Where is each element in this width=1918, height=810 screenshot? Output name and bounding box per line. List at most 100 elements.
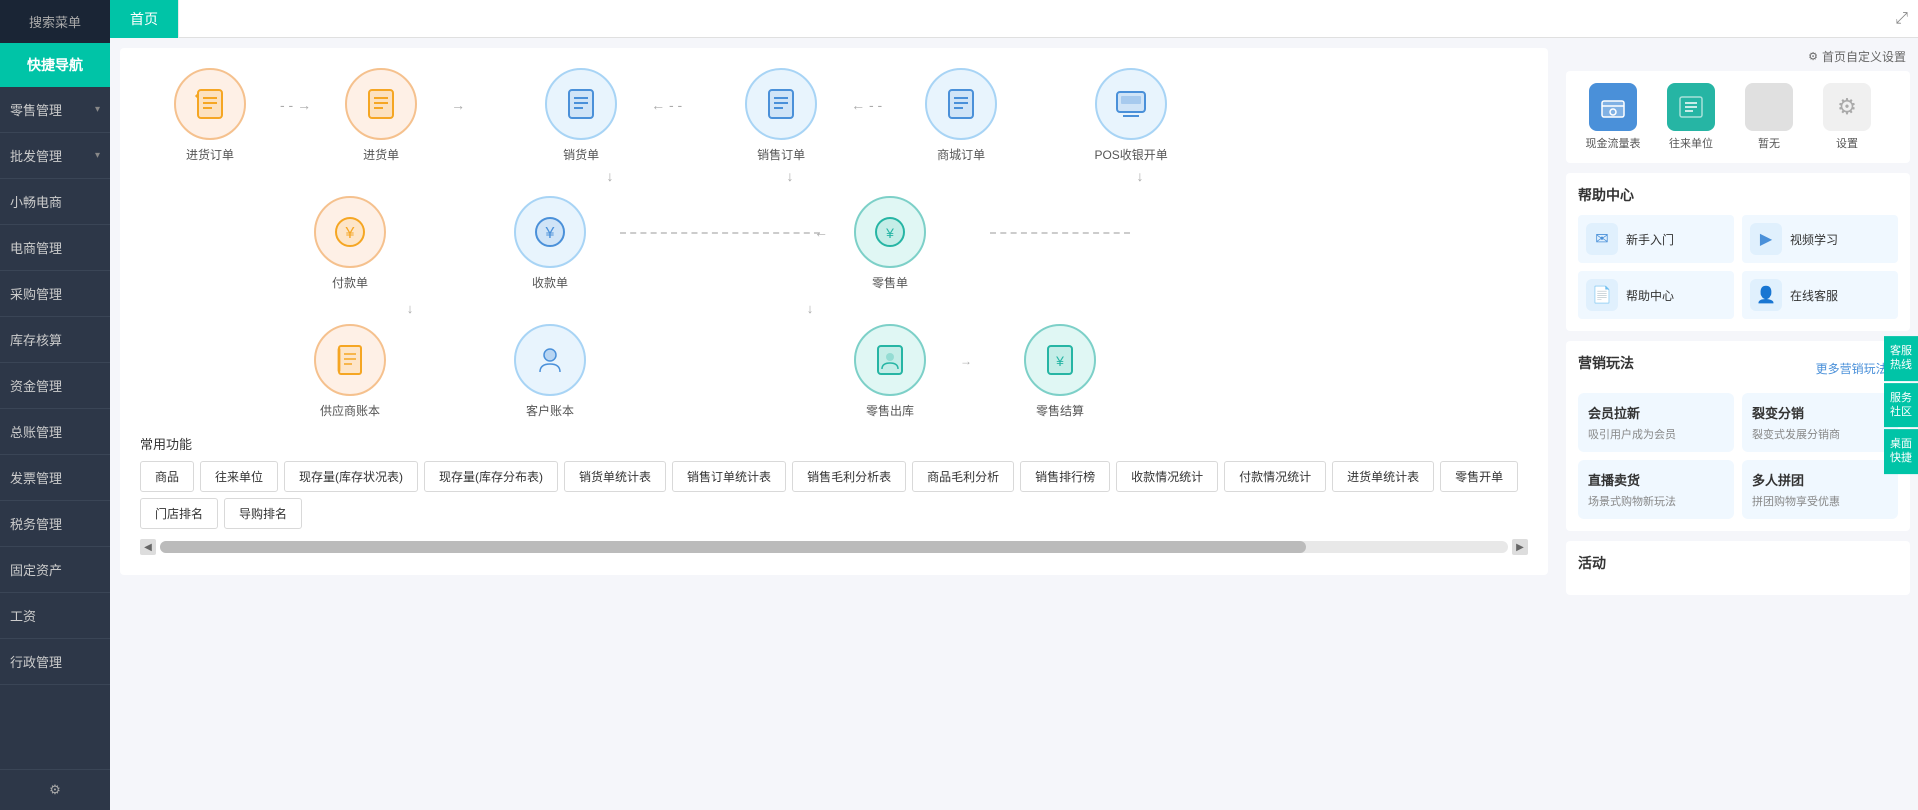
sidebar-item-ecommerce-small[interactable]: 小畅电商 xyxy=(0,179,110,225)
flow-node-pos[interactable]: POS收银开单 xyxy=(1061,68,1201,163)
purchase-order-icon xyxy=(174,68,246,140)
chevron-down-icon: ▾ xyxy=(95,150,100,161)
flow-row-5: 供应商账本 客户账本 xyxy=(140,324,1528,419)
flow-node-supplier-book[interactable]: 供应商账本 xyxy=(280,324,420,419)
func-btn-inventory-status[interactable]: 现存量(库存状况表) xyxy=(284,461,418,492)
func-btn-goods[interactable]: 商品 xyxy=(140,461,194,492)
func-btn-sales-stat[interactable]: 销货单统计表 xyxy=(564,461,666,492)
sidebar-settings[interactable]: ⚙ xyxy=(0,769,110,810)
flow-node-sales[interactable]: 销货单 xyxy=(511,68,651,163)
sales-icon xyxy=(545,68,617,140)
marketing-item-member[interactable]: 会员拉新 吸引用户成为会员 xyxy=(1578,393,1734,452)
help-grid: ✉ 新手入门 ▶ 视频学习 📄 帮助中心 👤 xyxy=(1578,215,1898,319)
help-item-label: 视频学习 xyxy=(1790,231,1838,248)
help-item-beginner[interactable]: ✉ 新手入门 xyxy=(1578,215,1734,263)
func-btn-purchase-stat[interactable]: 进货单统计表 xyxy=(1332,461,1434,492)
scroll-left-arrow[interactable]: ◀ xyxy=(140,539,156,555)
marketing-item-desc: 场景式购物新玩法 xyxy=(1588,493,1724,509)
sidebar-item-admin[interactable]: 行政管理 xyxy=(0,639,110,685)
sidebar-item-ecommerce[interactable]: 电商管理 xyxy=(0,225,110,271)
help-item-service[interactable]: 👤 在线客服 xyxy=(1742,271,1898,319)
none-label: 暂无 xyxy=(1758,135,1780,151)
func-btn-retail-order[interactable]: 零售开单 xyxy=(1440,461,1518,492)
sidebar-item-salary[interactable]: 工资 xyxy=(0,593,110,639)
quick-icon-cashflow[interactable]: 现金流量表 xyxy=(1578,83,1648,151)
svg-text:¥: ¥ xyxy=(885,225,894,241)
func-btn-receipt-stat[interactable]: 收款情况统计 xyxy=(1116,461,1218,492)
help-item-help[interactable]: 📄 帮助中心 xyxy=(1578,271,1734,319)
func-btn-goods-profit[interactable]: 商品毛利分析 xyxy=(912,461,1014,492)
marketing-item-live[interactable]: 直播卖货 场景式购物新玩法 xyxy=(1578,460,1734,519)
main-area: 首页 ⤢ 进货订 xyxy=(110,0,1918,810)
marketing-item-title: 直播卖货 xyxy=(1588,470,1724,489)
flow-node-purchase-order[interactable]: 进货订单 xyxy=(140,68,280,163)
doc-icon: 📄 xyxy=(1586,279,1618,311)
sidebar-item-retail[interactable]: 零售管理 ▾ xyxy=(0,87,110,133)
scrollbar-track[interactable] xyxy=(160,541,1508,553)
svg-text:¥: ¥ xyxy=(1055,353,1064,369)
quick-icon-partners[interactable]: 往来单位 xyxy=(1656,83,1726,151)
customize-label[interactable]: 首页自定义设置 xyxy=(1822,48,1906,65)
marketing-section: 营销玩法 更多营销玩法 > 会员拉新 吸引用户成为会员 裂变分销 裂变式发展分销… xyxy=(1566,341,1910,531)
flow-node-label: 供应商账本 xyxy=(320,402,380,419)
flow-node-receipt[interactable]: ¥ 收款单 xyxy=(480,196,620,291)
partners-label: 往来单位 xyxy=(1669,135,1713,151)
func-btn-guide-rank[interactable]: 导购排名 xyxy=(224,498,302,529)
flow-row-4-arrows: ↓ ↓ xyxy=(140,301,1528,316)
flow-node-label: 商城订单 xyxy=(937,146,985,163)
marketing-grid: 会员拉新 吸引用户成为会员 裂变分销 裂变式发展分销商 直播卖货 场景式购物新玩… xyxy=(1578,393,1898,519)
sidebar-item-wholesale[interactable]: 批发管理 ▾ xyxy=(0,133,110,179)
func-btn-store-rank[interactable]: 门店排名 xyxy=(140,498,218,529)
help-item-video[interactable]: ▶ 视频学习 xyxy=(1742,215,1898,263)
float-btn-community[interactable]: 服务社区 xyxy=(1884,383,1918,428)
sidebar-item-inventory[interactable]: 库存核算 xyxy=(0,317,110,363)
flow-node-label: 零售结算 xyxy=(1036,402,1084,419)
tab-home[interactable]: 首页 xyxy=(110,0,179,38)
sidebar-item-tax[interactable]: 税务管理 xyxy=(0,501,110,547)
flow-node-label: 付款单 xyxy=(332,274,368,291)
func-btn-sales-order-stat[interactable]: 销售订单统计表 xyxy=(672,461,786,492)
sidebar-item-purchase[interactable]: 采购管理 xyxy=(0,271,110,317)
flow-node-label: 销售订单 xyxy=(757,146,805,163)
help-section: 帮助中心 ✉ 新手入门 ▶ 视频学习 📄 帮助中心 xyxy=(1566,173,1910,331)
sidebar-item-invoice[interactable]: 发票管理 xyxy=(0,455,110,501)
svg-text:¥: ¥ xyxy=(345,225,355,242)
func-btn-sales-rank[interactable]: 销售排行榜 xyxy=(1020,461,1110,492)
flow-node-retail-settle[interactable]: ¥ 零售结算 xyxy=(990,324,1130,419)
func-btn-sales-profit[interactable]: 销售毛利分析表 xyxy=(792,461,906,492)
flow-node-mall[interactable]: 商城订单 xyxy=(891,68,1031,163)
flow-node-sales-order[interactable]: 销售订单 xyxy=(711,68,851,163)
receipt-icon: ¥ xyxy=(514,196,586,268)
marketing-item-fission[interactable]: 裂变分销 裂变式发展分销商 xyxy=(1742,393,1898,452)
quick-icon-none[interactable]: 暂无 xyxy=(1734,83,1804,151)
float-btn-service[interactable]: 客服热线 xyxy=(1884,336,1918,381)
retail-settle-icon: ¥ xyxy=(1024,324,1096,396)
flow-node-customer-book[interactable]: 客户账本 xyxy=(480,324,620,419)
supplier-book-icon xyxy=(314,324,386,396)
flow-node-retail[interactable]: ¥ 零售单 xyxy=(820,196,960,291)
sidebar-item-ledger[interactable]: 总账管理 xyxy=(0,409,110,455)
help-item-label: 帮助中心 xyxy=(1626,287,1674,304)
func-btn-partners[interactable]: 往来单位 xyxy=(200,461,278,492)
flow-node-label: 客户账本 xyxy=(526,402,574,419)
pos-icon xyxy=(1095,68,1167,140)
float-btn-desktop[interactable]: 桌面快捷 xyxy=(1884,429,1918,474)
func-btn-inventory-dist[interactable]: 现存量(库存分布表) xyxy=(424,461,558,492)
sidebar-search[interactable]: 搜索菜单 xyxy=(0,0,110,43)
scroll-right-arrow[interactable]: ▶ xyxy=(1512,539,1528,555)
flow-node-payment[interactable]: ¥ 付款单 xyxy=(280,196,420,291)
common-functions: 常用功能 商品 往来单位 现存量(库存状况表) 现存量(库存分布表) 销货单统计… xyxy=(140,434,1528,529)
content-area: 进货订单 - - → 进货单 → xyxy=(110,38,1918,810)
expand-icon[interactable]: ⤢ xyxy=(1895,10,1908,28)
func-btn-payment-stat[interactable]: 付款情况统计 xyxy=(1224,461,1326,492)
flow-node-purchase[interactable]: 进货单 xyxy=(311,68,451,163)
sidebar-item-finance[interactable]: 资金管理 xyxy=(0,363,110,409)
marketing-item-group[interactable]: 多人拼团 拼团购物享受优惠 xyxy=(1742,460,1898,519)
arrow-right-1: - - → xyxy=(280,97,311,135)
flow-node-label: POS收银开单 xyxy=(1094,146,1167,163)
retail-icon: ¥ xyxy=(854,196,926,268)
sidebar-item-assets[interactable]: 固定资产 xyxy=(0,547,110,593)
retail-out-icon xyxy=(854,324,926,396)
quick-icon-settings[interactable]: ⚙ 设置 xyxy=(1812,83,1882,151)
flow-node-retail-out[interactable]: 零售出库 xyxy=(820,324,960,419)
